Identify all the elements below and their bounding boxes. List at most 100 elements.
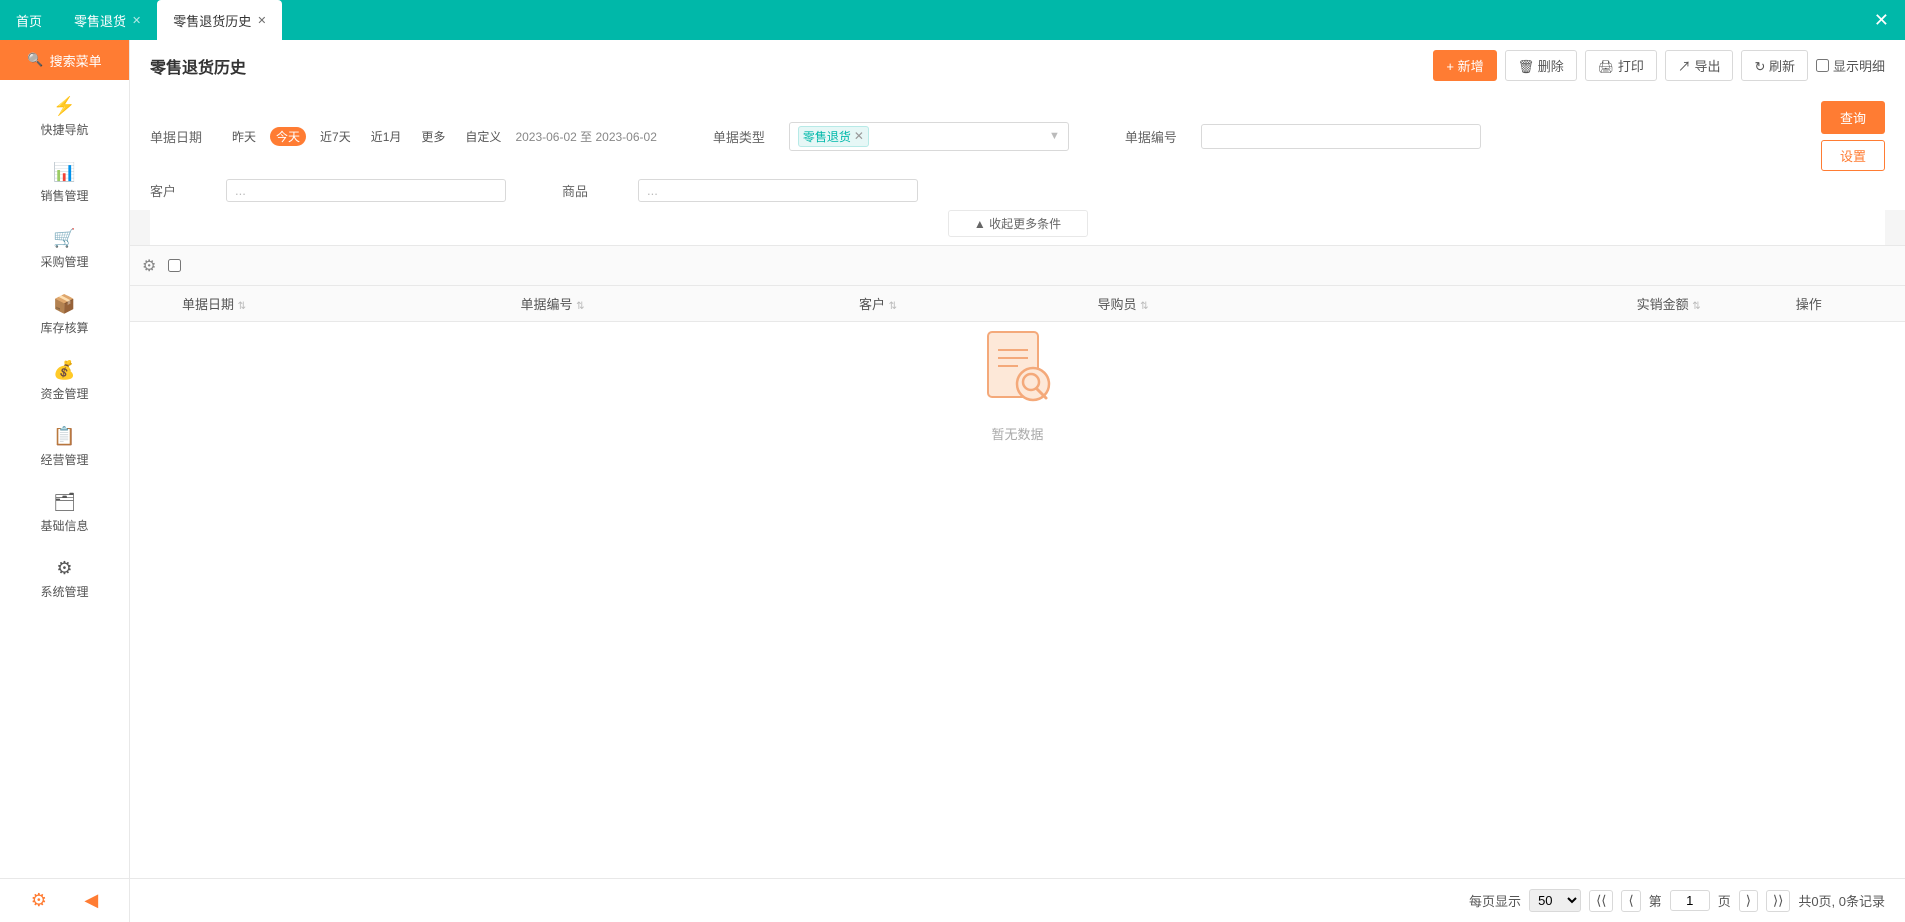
- filter-area: 单据日期 昨天 今天 近7天 近1月 更多 自定义 2023-06-02 至 2…: [150, 93, 1885, 202]
- customer-dots: ...: [235, 183, 246, 198]
- customer-select[interactable]: ...: [226, 179, 506, 202]
- date-btn-1month[interactable]: 近1月: [365, 127, 408, 146]
- refresh-button[interactable]: ↻ 刷新: [1741, 50, 1808, 81]
- prev-page-button[interactable]: ⟨: [1621, 890, 1640, 912]
- collapse-button[interactable]: ▲ 收起更多条件: [948, 210, 1088, 237]
- finance-mgmt-icon: 💰: [53, 360, 75, 381]
- th-guide[interactable]: 导购员 ⇅: [1086, 286, 1375, 322]
- select-all-checkbox[interactable]: [168, 259, 181, 272]
- sidebar-bottom: ⚙ ◀: [0, 878, 129, 922]
- sidebar-item-purchase-mgmt[interactable]: 🛒 采购管理: [0, 216, 129, 282]
- tab-retail-return-history[interactable]: 零售退货历史 ✕: [157, 0, 282, 40]
- tab-label-retail-return-history: 零售退货历史: [173, 11, 251, 30]
- page-title: 零售退货历史: [150, 54, 246, 78]
- total-text: 共0页, 0条记录: [1798, 891, 1885, 910]
- date-btn-more[interactable]: 更多: [415, 127, 451, 146]
- th-actual-amount[interactable]: 实销金额 ⇅: [1374, 286, 1713, 322]
- tab-retail-return[interactable]: 零售退货 ✕: [58, 0, 157, 40]
- date-btn-yesterday[interactable]: 昨天: [226, 127, 262, 146]
- operation-mgmt-icon: 📋: [53, 426, 75, 447]
- sidebar-label-finance-mgmt: 资金管理: [40, 385, 88, 402]
- last-page-button[interactable]: ⟩⟩: [1766, 890, 1790, 912]
- table-toolbar: ⚙: [130, 246, 1905, 286]
- sidebar-label-sales-mgmt: 销售管理: [40, 187, 88, 204]
- data-table: 单据日期 ⇅ 单据编号 ⇅ 客户 ⇅ 导购员 ⇅ 实销金额 ⇅ 操作: [130, 286, 1905, 322]
- show-detail-checkbox-wrap[interactable]: 显示明细: [1816, 56, 1885, 75]
- per-page-label: 每页显示: [1469, 891, 1521, 910]
- pagination: 每页显示 50 10 20 100 ⟨⟨ ⟨ 第 页 ⟩ ⟩⟩ 共0页, 0条记…: [130, 878, 1905, 922]
- th-checkbox: [130, 286, 170, 322]
- show-detail-label: 显示明细: [1833, 56, 1885, 75]
- per-page-select[interactable]: 50 10 20 100: [1529, 889, 1581, 912]
- voucher-type-tag: 零售退货 ✕: [798, 126, 869, 147]
- table-settings-icon[interactable]: ⚙: [142, 256, 156, 276]
- inventory-icon: 📦: [53, 294, 75, 315]
- sidebar-item-system-mgmt[interactable]: ⚙ 系统管理: [0, 546, 129, 612]
- sidebar-item-inventory[interactable]: 📦 库存核算: [0, 282, 129, 348]
- sales-mgmt-icon: 📊: [53, 162, 75, 183]
- page-input[interactable]: [1670, 890, 1710, 911]
- empty-icon: [973, 322, 1063, 412]
- goods-select[interactable]: ...: [638, 179, 918, 202]
- date-btn-custom[interactable]: 自定义: [459, 127, 507, 146]
- tab-label-retail-return: 零售退货: [74, 11, 126, 30]
- system-mgmt-icon: ⚙: [56, 558, 72, 579]
- settings-button[interactable]: 设置: [1821, 140, 1885, 171]
- search-icon: 🔍: [27, 52, 43, 68]
- th-voucher-date[interactable]: 单据日期 ⇅: [170, 286, 509, 322]
- th-customer[interactable]: 客户 ⇅: [847, 286, 1086, 322]
- goods-label: 商品: [562, 181, 622, 200]
- voucher-date-label: 单据日期: [150, 127, 210, 146]
- toolbar: + 新增 🗑 删除 🖨 打印 ↗ 导出 ↻ 刷新 显示明细: [1433, 50, 1885, 81]
- filter-row-1: 单据日期 昨天 今天 近7天 近1月 更多 自定义 2023-06-02 至 2…: [150, 101, 1885, 171]
- sidebar-item-sales-mgmt[interactable]: 📊 销售管理: [0, 150, 129, 216]
- goods-dots: ...: [647, 183, 658, 198]
- sidebar-label-operation-mgmt: 经营管理: [40, 451, 88, 468]
- table-header: 单据日期 ⇅ 单据编号 ⇅ 客户 ⇅ 导购员 ⇅ 实销金额 ⇅ 操作: [130, 286, 1905, 322]
- next-page-button[interactable]: ⟩: [1739, 890, 1758, 912]
- filter-section: 零售退货历史 + 新增 🗑 删除 🖨 打印 ↗ 导出 ↻ 刷新 显示明细: [130, 40, 1905, 210]
- customer-label: 客户: [150, 181, 210, 200]
- sidebar-item-operation-mgmt[interactable]: 📋 经营管理: [0, 414, 129, 480]
- date-btn-today[interactable]: 今天: [270, 127, 306, 146]
- voucher-no-label: 单据编号: [1125, 127, 1185, 146]
- main-layout: 🔍 搜索菜单 ⚡ 快捷导航 📊 销售管理 🛒 采购管理 📦 库存核算 💰 资金管…: [0, 40, 1905, 922]
- tag-close-icon[interactable]: ✕: [854, 129, 864, 143]
- print-button[interactable]: 🖨 打印: [1585, 50, 1657, 81]
- collapse-row: ▲ 收起更多条件: [150, 210, 1885, 245]
- th-voucher-no[interactable]: 单据编号 ⇅: [509, 286, 848, 322]
- sidebar-item-finance-mgmt[interactable]: 💰 资金管理: [0, 348, 129, 414]
- query-button[interactable]: 查询: [1821, 101, 1885, 134]
- delete-button[interactable]: 🗑 删除: [1505, 50, 1577, 81]
- tab-label-home: 首页: [16, 11, 42, 30]
- show-detail-checkbox[interactable]: [1816, 59, 1829, 72]
- sidebar-label-system-mgmt: 系统管理: [40, 583, 88, 600]
- empty-state: 暂无数据: [130, 322, 1905, 443]
- page-label: 第: [1649, 891, 1662, 910]
- sidebar-label-basic-info: 基础信息: [40, 517, 88, 534]
- tab-list: 首页 零售退货 ✕ 零售退货历史 ✕: [0, 0, 1874, 40]
- content-area: 零售退货历史 + 新增 🗑 删除 🖨 打印 ↗ 导出 ↻ 刷新 显示明细: [130, 40, 1905, 922]
- voucher-type-select[interactable]: 零售退货 ✕ ▼: [789, 122, 1069, 151]
- new-button[interactable]: + 新增: [1433, 50, 1496, 81]
- first-page-button[interactable]: ⟨⟨: [1589, 890, 1613, 912]
- filter-row-2: 客户 ... 商品 ...: [150, 179, 1885, 202]
- date-btn-7days[interactable]: 近7天: [314, 127, 357, 146]
- select-arrow-icon: ▼: [1049, 130, 1060, 142]
- sidebar-item-quick-nav[interactable]: ⚡ 快捷导航: [0, 84, 129, 150]
- sidebar: 🔍 搜索菜单 ⚡ 快捷导航 📊 销售管理 🛒 采购管理 📦 库存核算 💰 资金管…: [0, 40, 130, 922]
- settings-icon[interactable]: ⚙: [31, 890, 47, 911]
- voucher-no-input[interactable]: [1201, 124, 1481, 149]
- table-wrapper: 单据日期 ⇅ 单据编号 ⇅ 客户 ⇅ 导购员 ⇅ 实销金额 ⇅ 操作: [130, 286, 1905, 878]
- collapse-sidebar-icon[interactable]: ◀: [84, 890, 98, 911]
- table-area: ⚙ 单据日期 ⇅ 单据编号 ⇅ 客户 ⇅ 导购员 ⇅ 实销金额 ⇅ 操作: [130, 245, 1905, 878]
- window-close-button[interactable]: ✕: [1874, 10, 1905, 31]
- export-button[interactable]: ↗ 导出: [1665, 50, 1734, 81]
- tab-close-retail-return[interactable]: ✕: [132, 14, 141, 27]
- date-range[interactable]: 2023-06-02 至 2023-06-02: [515, 128, 656, 145]
- tab-home[interactable]: 首页: [0, 0, 58, 40]
- tab-close-retail-return-history[interactable]: ✕: [257, 14, 266, 27]
- sidebar-search[interactable]: 🔍 搜索菜单: [0, 40, 129, 80]
- sidebar-item-basic-info[interactable]: 🗂 基础信息: [0, 480, 129, 546]
- sidebar-label-purchase-mgmt: 采购管理: [40, 253, 88, 270]
